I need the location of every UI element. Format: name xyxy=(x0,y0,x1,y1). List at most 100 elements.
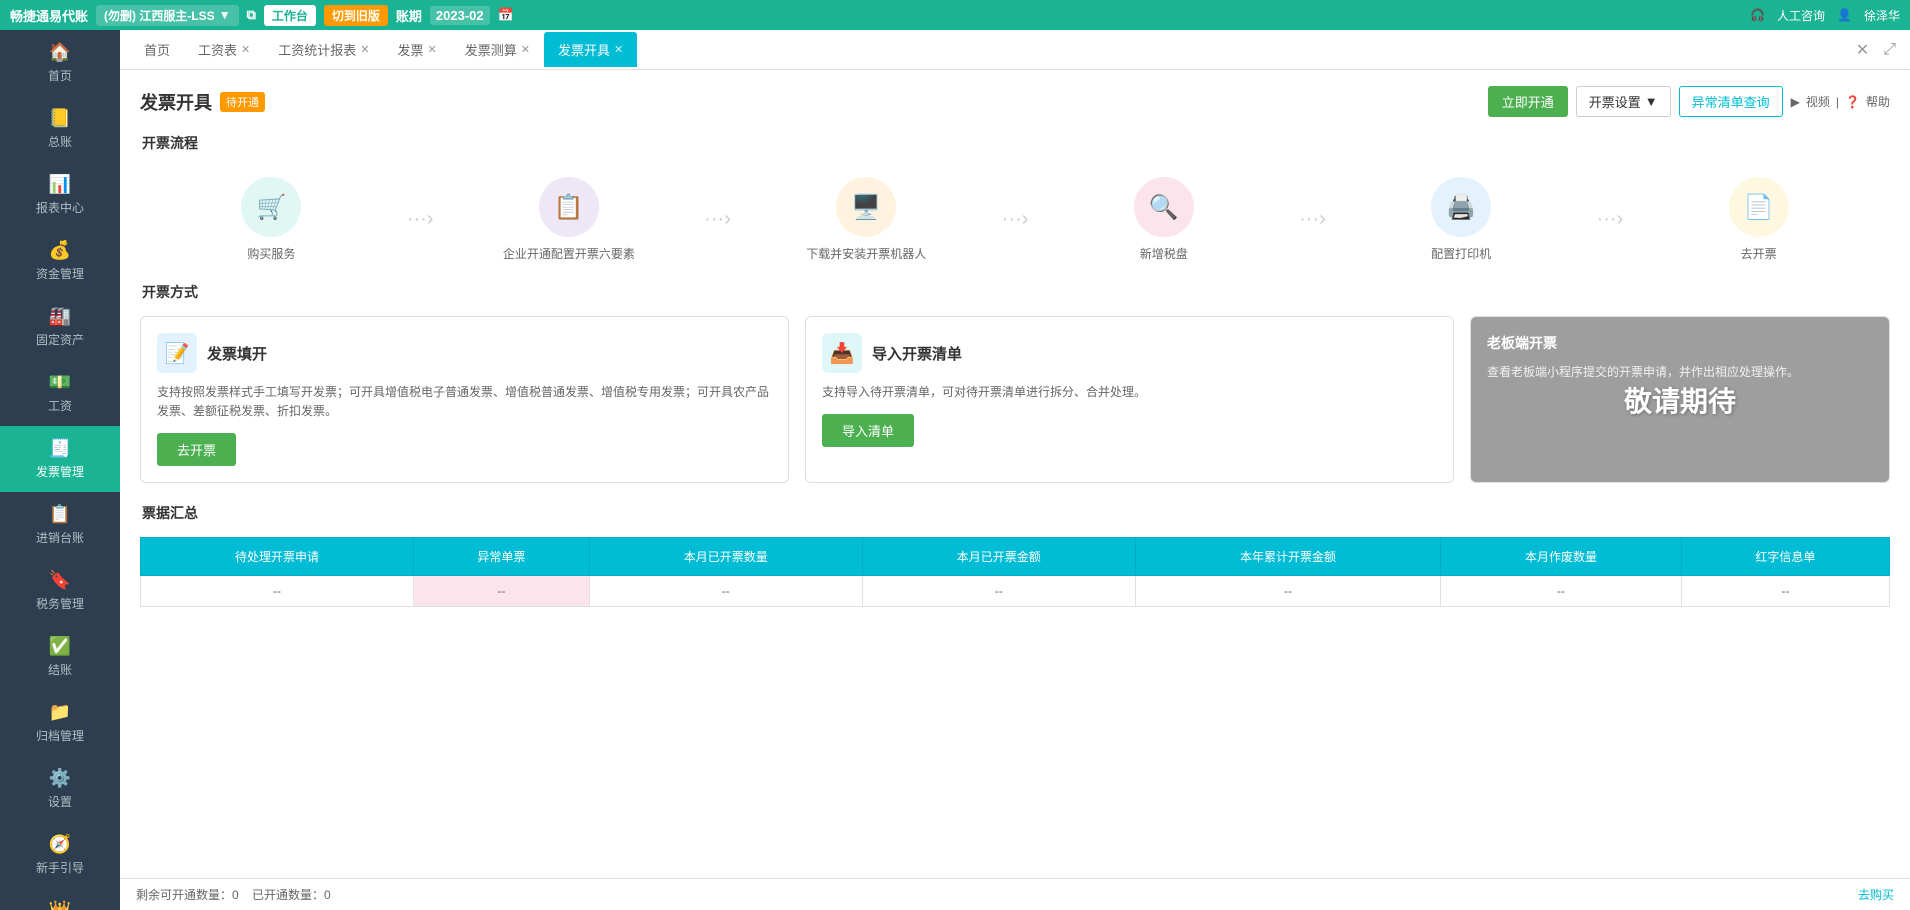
tab-close-salary-stats[interactable]: ✕ xyxy=(360,43,369,56)
val-pending: -- xyxy=(141,576,414,607)
billing-process-title: 开票流程 xyxy=(140,133,1890,153)
calendar-icon[interactable]: 📅 xyxy=(498,7,514,23)
main-layout: 🏠 首页 📒 总账 📊 报表中心 💰 资金管理 🏭 固定资产 💵 工资 🧾 发票… xyxy=(0,30,1910,910)
summary-table: 待处理开票申请 异常单票 本月已开票数量 本月已开票金额 本年累计开票金额 本月… xyxy=(140,537,1890,607)
step-config-printer: 🖨️ 配置打印机 xyxy=(1330,177,1593,262)
home-icon: 🏠 xyxy=(49,42,71,63)
guide-icon: 🧭 xyxy=(49,834,71,855)
invoice-methods: 📝 发票填开 支持按照发票样式手工填写开发票；可开具增值税电子普通发票、增值税普… xyxy=(140,316,1890,483)
sidebar-item-tax[interactable]: 🔖 税务管理 xyxy=(0,558,120,624)
val-month-amount: -- xyxy=(862,576,1135,607)
funds-icon: 💰 xyxy=(49,240,71,261)
method-header-import-list: 📥 导入开票清单 xyxy=(822,333,1437,373)
val-red-info: -- xyxy=(1681,576,1889,607)
page-content: 发票开具 待开通 立即开通 开票设置 ▼ 异常清单查询 ▶ 视频 | ❓ xyxy=(120,70,1910,878)
tab-salary-table[interactable]: 工资表 ✕ xyxy=(184,32,264,67)
method-header-manual-fill: 📝 发票填开 xyxy=(157,333,772,373)
sidebar-item-assets[interactable]: 🏭 固定资产 xyxy=(0,294,120,360)
col-month-count: 本月已开票数量 xyxy=(589,538,862,576)
sidebar-label-assets: 固定资产 xyxy=(36,331,84,348)
step-label-issue-invoice: 去开票 xyxy=(1741,245,1777,262)
step-arrow-1: ···› xyxy=(403,208,438,231)
col-abnormal: 异常单票 xyxy=(414,538,590,576)
old-platform-title: 老板端开票 xyxy=(1487,333,1873,353)
page-header: 发票开具 待开通 立即开通 开票设置 ▼ 异常清单查询 ▶ 视频 | ❓ xyxy=(140,86,1890,117)
step-add-taxbox: 🔍 新增税盘 xyxy=(1032,177,1295,262)
open-settings-button[interactable]: 开票设置 ▼ xyxy=(1576,86,1671,117)
member-icon: 👑 xyxy=(49,900,71,910)
sidebar-item-invoice[interactable]: 🧾 发票管理 xyxy=(0,426,120,492)
sidebar-label-ledger: 总账 xyxy=(48,133,72,150)
sidebar-label-tax: 税务管理 xyxy=(36,595,84,612)
app-logo: 畅捷通易代账 xyxy=(10,6,88,25)
go-issue-button[interactable]: 去开票 xyxy=(157,433,236,466)
sidebar-label-invoice: 发票管理 xyxy=(36,463,84,480)
summary-section: 票据汇总 待处理开票申请 异常单票 本月已开票数量 本月已开票金额 本年累计开票… xyxy=(140,503,1890,607)
help-label[interactable]: 帮助 xyxy=(1866,93,1890,110)
tab-invoice-calc[interactable]: 发票测算 ✕ xyxy=(451,32,544,67)
invoice-icon: 🧾 xyxy=(49,438,71,459)
sidebar-item-guide[interactable]: 🧭 新手引导 xyxy=(0,822,120,888)
tab-close-invoice-calc[interactable]: ✕ xyxy=(521,43,530,56)
step-icon-download-robot: 🖥️ xyxy=(836,177,896,237)
tab-close-all-button[interactable]: ✕ xyxy=(1852,36,1873,64)
consult-button[interactable]: 人工咨询 xyxy=(1777,7,1825,24)
tab-close-invoice-list[interactable]: ✕ xyxy=(428,43,437,56)
settlement-icon: ✅ xyxy=(49,636,71,657)
sidebar-item-member[interactable]: 👑 畅会员 xyxy=(0,888,120,910)
step-icon-issue-invoice: 📄 xyxy=(1729,177,1789,237)
method-title-manual-fill: 发票填开 xyxy=(207,343,267,364)
tab-actions: ✕ ⤢ xyxy=(1852,36,1900,64)
sidebar-item-archive[interactable]: 📁 归档管理 xyxy=(0,690,120,756)
tab-bar: 首页 工资表 ✕ 工资统计报表 ✕ 发票 ✕ 发票测算 ✕ 发票开具 ✕ xyxy=(120,30,1910,70)
immediate-open-button[interactable]: 立即开通 xyxy=(1488,86,1568,117)
tab-close-salary-table[interactable]: ✕ xyxy=(241,43,250,56)
company-name: (勿删) 江西服主-LSS xyxy=(104,7,215,24)
tab-home[interactable]: 首页 xyxy=(130,32,184,67)
ledger-icon: 📒 xyxy=(49,108,71,129)
sidebar-item-settlement[interactable]: ✅ 结账 xyxy=(0,624,120,690)
company-selector[interactable]: (勿删) 江西服主-LSS ▼ xyxy=(96,5,239,26)
help-area: ▶ 视频 | ❓ 帮助 xyxy=(1791,93,1890,110)
method-desc-manual-fill: 支持按照发票样式手工填写开发票；可开具增值税电子普通发票、增值税普通发票、增值税… xyxy=(157,383,772,421)
summary-title: 票据汇总 xyxy=(140,503,1890,523)
remain-label: 剩余可开通数量：0 xyxy=(136,888,239,902)
method-card-import-list: 📥 导入开票清单 支持导入待开票清单，可对待开票清单进行拆分、合并处理。 导入清… xyxy=(805,316,1454,483)
content-area: 首页 工资表 ✕ 工资统计报表 ✕ 发票 ✕ 发票测算 ✕ 发票开具 ✕ xyxy=(120,30,1910,910)
step-icon-config-printer: 🖨️ xyxy=(1431,177,1491,237)
sidebar-item-funds[interactable]: 💰 资金管理 xyxy=(0,228,120,294)
col-year-amount: 本年累计开票金额 xyxy=(1135,538,1440,576)
tab-invoice-issue[interactable]: 发票开具 ✕ xyxy=(544,32,637,67)
settings-icon: ⚙️ xyxy=(49,768,71,789)
old-platform-card: 老板端开票 查看老板端小程序提交的开票申请，并作出相应处理操作。 敬请期待 xyxy=(1470,316,1890,483)
workspace-button[interactable]: 工作台 xyxy=(264,5,316,26)
top-bar: 畅捷通易代账 (勿删) 江西服主-LSS ▼ ⧉ 工作台 切到旧版 账期 202… xyxy=(0,0,1910,30)
tab-restore-button[interactable]: ⤢ xyxy=(1879,36,1900,64)
views-label[interactable]: 视频 xyxy=(1806,93,1830,110)
dropdown-icon: ▼ xyxy=(219,8,231,22)
period-badge[interactable]: 2023-02 xyxy=(430,6,490,25)
import-list-button[interactable]: 导入清单 xyxy=(822,414,914,447)
video-icon: ▶ xyxy=(1791,95,1800,109)
method-desc-import-list: 支持导入待开票清单，可对待开票清单进行拆分、合并处理。 xyxy=(822,383,1437,402)
chevron-down-icon: ▼ xyxy=(1645,94,1658,109)
step-arrow-5: ···› xyxy=(1593,208,1628,231)
step-download-robot: 🖥️ 下载并安装开票机器人 xyxy=(735,177,998,262)
sidebar-item-ledger[interactable]: 📒 总账 xyxy=(0,96,120,162)
step-icon-buy-service: 🛒 xyxy=(241,177,301,237)
old-version-button[interactable]: 切到旧版 xyxy=(324,5,388,26)
abnormal-query-button[interactable]: 异常清单查询 xyxy=(1679,86,1783,117)
sidebar-item-purchase-sale[interactable]: 📋 进销台账 xyxy=(0,492,120,558)
sidebar-item-home[interactable]: 🏠 首页 xyxy=(0,30,120,96)
col-red-info: 红字信息单 xyxy=(1681,538,1889,576)
step-issue-invoice: 📄 去开票 xyxy=(1627,177,1890,262)
sidebar-item-salary[interactable]: 💵 工资 xyxy=(0,360,120,426)
tab-close-invoice-issue[interactable]: ✕ xyxy=(614,43,623,56)
copy-icon[interactable]: ⧉ xyxy=(247,7,256,23)
sidebar-item-reports[interactable]: 📊 报表中心 xyxy=(0,162,120,228)
tab-salary-stats[interactable]: 工资统计报表 ✕ xyxy=(264,32,383,67)
sidebar-item-settings[interactable]: ⚙️ 设置 xyxy=(0,756,120,822)
page-title: 发票开具 xyxy=(140,89,212,115)
buy-link[interactable]: 去购买 xyxy=(1858,886,1894,903)
tab-invoice-list[interactable]: 发票 ✕ xyxy=(383,32,450,67)
